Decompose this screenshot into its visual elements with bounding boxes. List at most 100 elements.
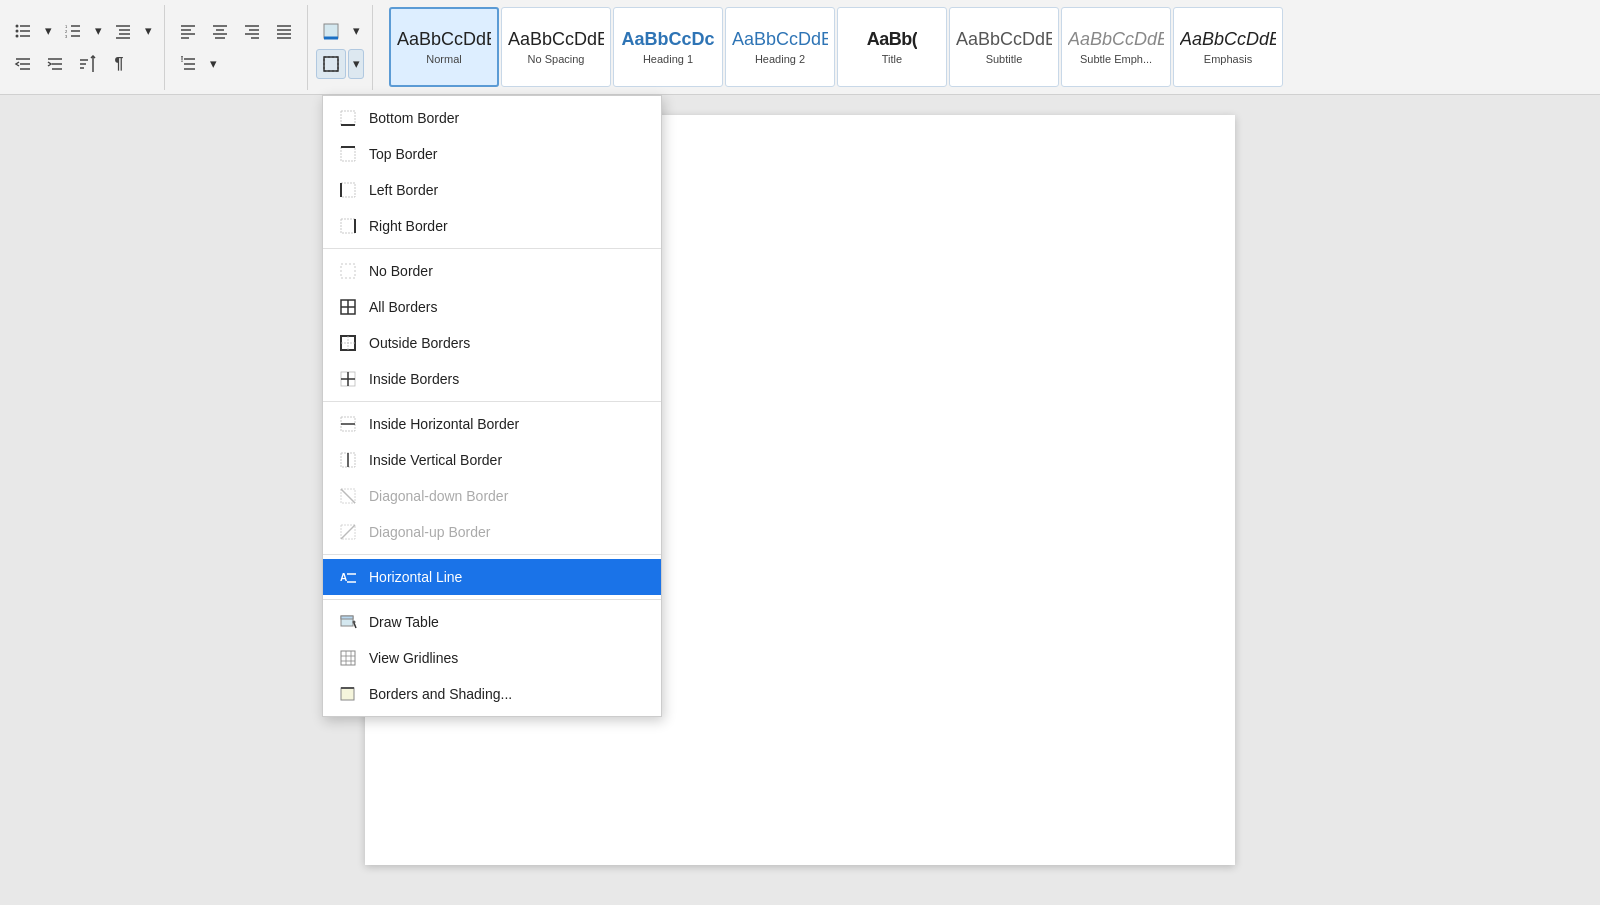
show-formatting-button[interactable]: ¶: [104, 49, 134, 79]
style-emph-preview: AaBbCcDdEe: [1180, 29, 1276, 51]
svg-rect-80: [341, 616, 353, 619]
svg-text:3: 3: [65, 33, 68, 38]
menu-item-inside-borders[interactable]: Inside Borders: [323, 361, 661, 397]
svg-rect-54: [341, 183, 355, 197]
borders-button[interactable]: [316, 49, 346, 79]
outside-borders-icon: [337, 332, 359, 354]
style-subtle-emph-preview: AaBbCcDdEe: [1068, 29, 1164, 51]
all-borders-label: All Borders: [369, 299, 647, 315]
svg-rect-88: [341, 688, 354, 700]
bullet-list-dropdown[interactable]: ▾: [40, 16, 56, 46]
menu-section-table-options: Draw Table View Gridlines Borders and Sh…: [323, 600, 661, 716]
style-heading2[interactable]: AaBbCcDdEe Heading 2: [725, 7, 835, 87]
svg-rect-83: [341, 651, 355, 665]
style-subtitle-preview: AaBbCcDdEe: [956, 29, 1052, 51]
style-subtitle[interactable]: AaBbCcDdEe Subtitle: [949, 7, 1059, 87]
style-heading1[interactable]: AaBbCcDc Heading 1: [613, 7, 723, 87]
style-emph-label: Emphasis: [1204, 53, 1252, 65]
no-border-label: No Border: [369, 263, 647, 279]
align-left-button[interactable]: [173, 16, 203, 46]
menu-item-left-border[interactable]: Left Border: [323, 172, 661, 208]
menu-item-inside-horizontal[interactable]: Inside Horizontal Border: [323, 406, 661, 442]
top-border-label: Top Border: [369, 146, 647, 162]
style-subtitle-label: Subtitle: [986, 53, 1023, 65]
style-emphasis[interactable]: AaBbCcDdEe Emphasis: [1173, 7, 1283, 87]
style-normal[interactable]: AaBbCcDdEe Normal: [389, 7, 499, 87]
svg-line-75: [341, 525, 355, 539]
style-subtle-emphasis[interactable]: AaBbCcDdEe Subtle Emph...: [1061, 7, 1171, 87]
align-center-button[interactable]: [205, 16, 235, 46]
horizontal-line-icon: A: [337, 566, 359, 588]
align-right-button[interactable]: [237, 16, 267, 46]
menu-item-draw-table[interactable]: Draw Table: [323, 604, 661, 640]
menu-section-basic-borders: Bottom Border Top Border Left Border Rig…: [323, 96, 661, 249]
line-spacing-dropdown[interactable]: ▾: [205, 49, 221, 79]
svg-rect-48: [324, 57, 338, 71]
shading-button[interactable]: [316, 16, 346, 46]
diagonal-up-icon: [337, 521, 359, 543]
border-top-icon: [337, 143, 359, 165]
bullet-list-button[interactable]: [8, 16, 38, 46]
style-normal-preview: AaBbCcDdEe: [397, 29, 491, 51]
outside-borders-label: Outside Borders: [369, 335, 647, 351]
inside-vertical-label: Inside Vertical Border: [369, 452, 647, 468]
view-gridlines-icon: [337, 647, 359, 669]
menu-item-no-border[interactable]: No Border: [323, 253, 661, 289]
borders-dropdown[interactable]: ▾: [348, 49, 364, 79]
menu-item-view-gridlines[interactable]: View Gridlines: [323, 640, 661, 676]
border-bottom-icon: [337, 107, 359, 129]
menu-item-horizontal-line[interactable]: A Horizontal Line: [323, 559, 661, 595]
increase-indent-button[interactable]: [40, 49, 70, 79]
left-border-label: Left Border: [369, 182, 647, 198]
svg-line-81: [354, 623, 356, 628]
svg-rect-58: [341, 264, 355, 278]
style-title[interactable]: AaBb( Title: [837, 7, 947, 87]
borders-dropdown-menu: Bottom Border Top Border Left Border Rig…: [322, 95, 662, 717]
style-heading2-label: Heading 2: [755, 53, 805, 65]
svg-point-4: [16, 29, 19, 32]
style-heading1-label: Heading 1: [643, 53, 693, 65]
menu-section-horizontal-line: A Horizontal Line: [323, 555, 661, 600]
style-title-label: Title: [882, 53, 902, 65]
right-border-label: Right Border: [369, 218, 647, 234]
menu-section-inner-borders: Inside Horizontal Border Inside Vertical…: [323, 402, 661, 555]
menu-item-all-borders[interactable]: All Borders: [323, 289, 661, 325]
inside-horizontal-icon: [337, 413, 359, 435]
menu-item-borders-shading[interactable]: Borders and Shading...: [323, 676, 661, 712]
svg-rect-46: [324, 24, 338, 38]
view-gridlines-label: View Gridlines: [369, 650, 647, 666]
menu-item-diagonal-down: Diagonal-down Border: [323, 478, 661, 514]
multilevel-list-button[interactable]: [108, 16, 138, 46]
draw-table-icon: [337, 611, 359, 633]
style-heading2-preview: AaBbCcDdEe: [732, 29, 828, 51]
inside-vertical-icon: [337, 449, 359, 471]
inside-borders-icon: [337, 368, 359, 390]
menu-item-top-border[interactable]: Top Border: [323, 136, 661, 172]
menu-item-right-border[interactable]: Right Border: [323, 208, 661, 244]
style-nospacing[interactable]: AaBbCcDdEe No Spacing: [501, 7, 611, 87]
inside-horizontal-label: Inside Horizontal Border: [369, 416, 647, 432]
sort-button[interactable]: [72, 49, 102, 79]
menu-item-bottom-border[interactable]: Bottom Border: [323, 100, 661, 136]
all-borders-icon: [337, 296, 359, 318]
align-justify-button[interactable]: [269, 16, 299, 46]
svg-point-3: [16, 24, 19, 27]
svg-line-73: [341, 489, 355, 503]
draw-table-label: Draw Table: [369, 614, 647, 630]
multilevel-list-dropdown[interactable]: ▾: [140, 16, 156, 46]
menu-item-outside-borders[interactable]: Outside Borders: [323, 325, 661, 361]
shading-dropdown[interactable]: ▾: [348, 16, 364, 46]
bottom-border-label: Bottom Border: [369, 110, 647, 126]
document-area: [0, 95, 1600, 905]
diagonal-up-label: Diagonal-up Border: [369, 524, 647, 540]
style-normal-label: Normal: [426, 53, 461, 65]
decrease-indent-button[interactable]: [8, 49, 38, 79]
line-spacing-button[interactable]: [173, 49, 203, 79]
border-right-icon: [337, 215, 359, 237]
diagonal-down-label: Diagonal-down Border: [369, 488, 647, 504]
numbered-list-button[interactable]: 123: [58, 16, 88, 46]
numbered-list-dropdown[interactable]: ▾: [90, 16, 106, 46]
no-border-icon: [337, 260, 359, 282]
svg-rect-56: [341, 219, 355, 233]
menu-item-inside-vertical[interactable]: Inside Vertical Border: [323, 442, 661, 478]
